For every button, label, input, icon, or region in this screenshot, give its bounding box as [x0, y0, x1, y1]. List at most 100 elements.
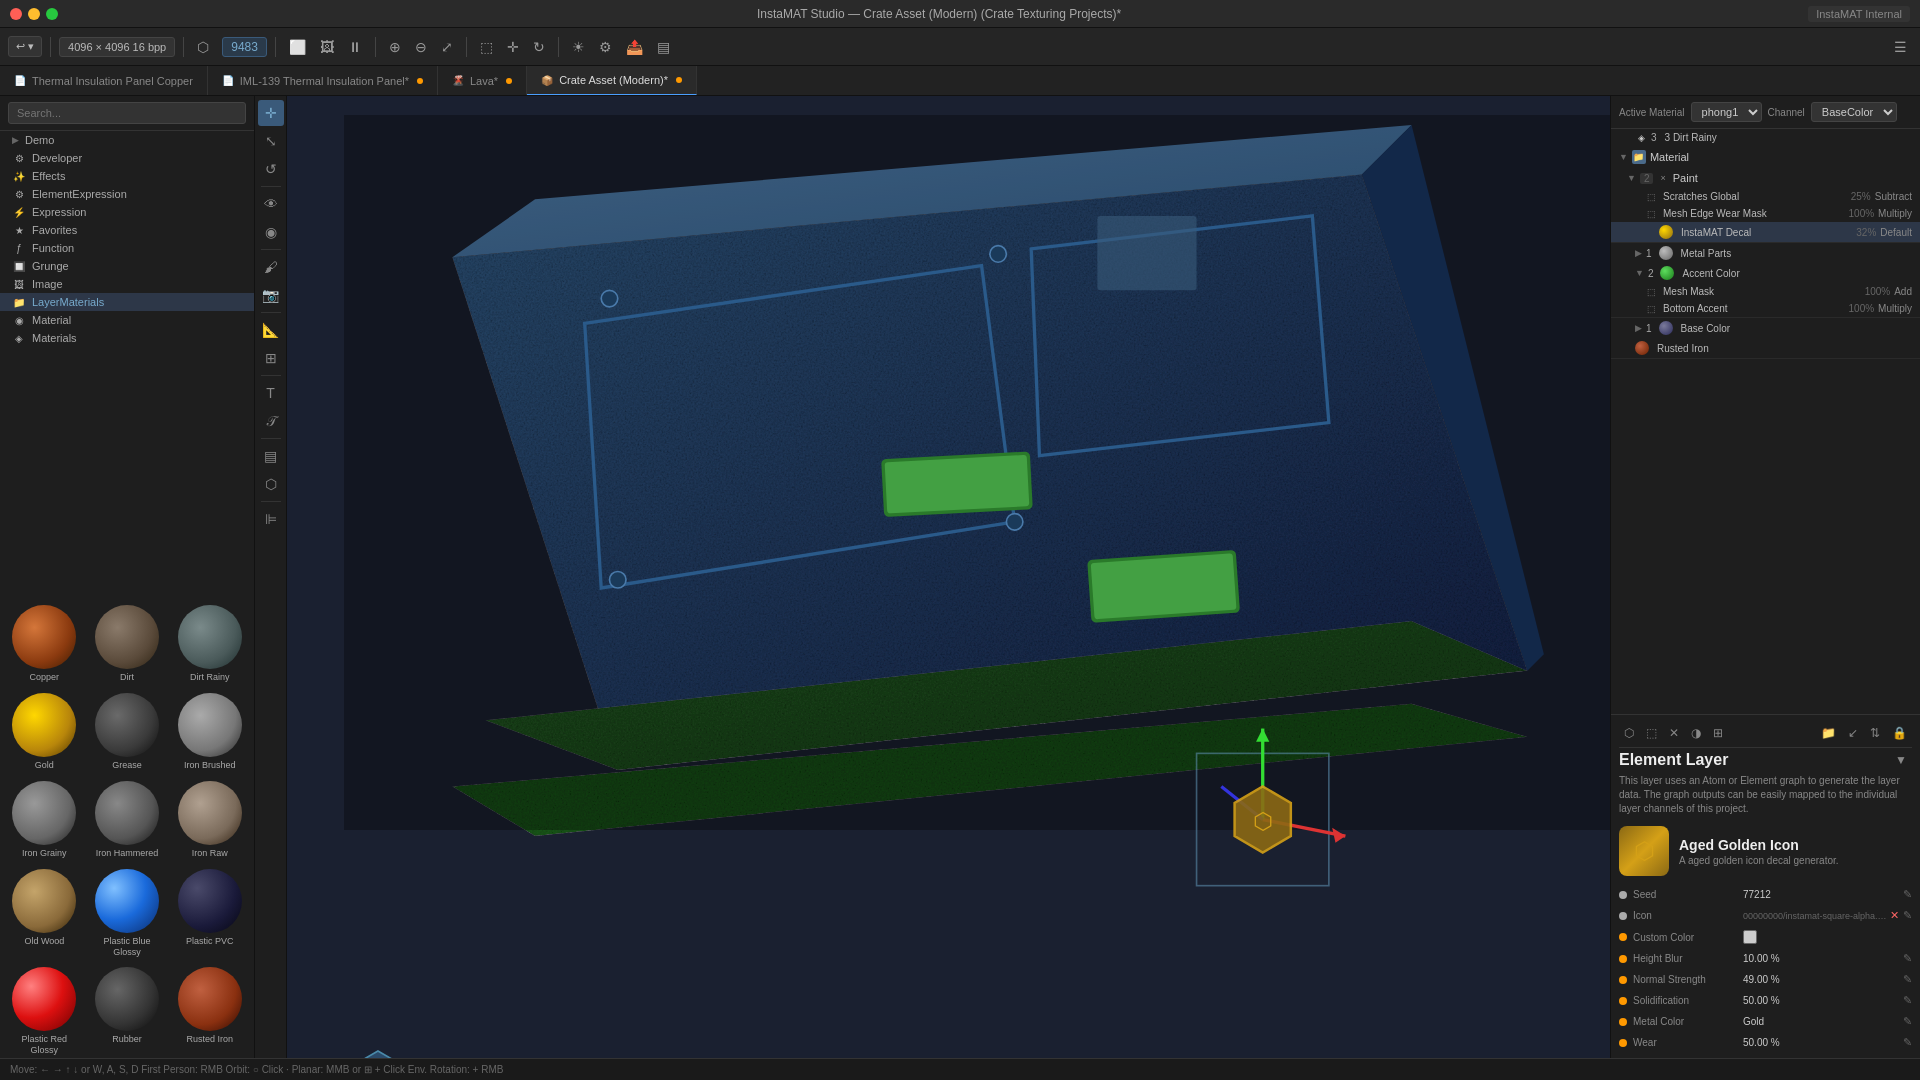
sidebar-item-materials[interactable]: ◈ Materials [0, 329, 254, 347]
zoom-out-icon[interactable]: ⊖ [410, 36, 432, 58]
sidebar-item-developer[interactable]: ⚙ Developer [0, 149, 254, 167]
el-toolbar-btn-4[interactable]: ◑ [1686, 723, 1706, 743]
el-toolbar-btn-8[interactable]: ⇅ [1865, 723, 1885, 743]
layers-icon[interactable]: ▤ [652, 36, 675, 58]
el-toolbar-btn-3[interactable]: ✕ [1664, 723, 1684, 743]
env-icon[interactable]: ☀ [567, 36, 590, 58]
grid-tool[interactable]: ⊞ [258, 345, 284, 371]
export-icon[interactable]: 📤 [621, 36, 648, 58]
layer-metal-parts[interactable]: ▶ 1 Metal Parts [1611, 243, 1920, 263]
layers-panel-toggle[interactable]: ☰ [1889, 36, 1912, 58]
paint-tool[interactable]: 🖌 [258, 254, 284, 280]
material-item-iron-raw[interactable]: Iron Raw [169, 777, 250, 863]
el-toolbar-btn-5[interactable]: ⊞ [1708, 723, 1728, 743]
element-layer-expand-button[interactable]: ▼ [1890, 750, 1912, 770]
props-tool[interactable]: ⬡ [258, 471, 284, 497]
text-tool[interactable]: T [258, 380, 284, 406]
material-item-copper[interactable]: Copper [4, 601, 85, 687]
prop-clear-1[interactable]: ✕ [1890, 909, 1899, 922]
el-toolbar-btn-2[interactable]: ⬚ [1641, 723, 1662, 743]
layer-bottom-accent[interactable]: ⬚ Bottom Accent 100% Multiply [1611, 300, 1920, 317]
material-tool[interactable]: ◉ [258, 219, 284, 245]
select-icon[interactable]: ⬚ [475, 36, 498, 58]
sidebar-item-grunge[interactable]: 🔲 Grunge [0, 257, 254, 275]
sidebar-item-expression[interactable]: ⚡ Expression [0, 203, 254, 221]
maximize-button[interactable] [46, 8, 58, 20]
material-section-header[interactable]: ▼ 📁 Material [1611, 146, 1920, 168]
move-tool[interactable]: ✛ [258, 100, 284, 126]
el-toolbar-btn-6[interactable]: 📁 [1816, 723, 1841, 743]
resolution-selector[interactable]: 4096 × 4096 16 bpp [59, 37, 175, 57]
tab-thermal-copper[interactable]: 📄 Thermal Insulation Panel Copper [0, 66, 208, 95]
layer-rusted-iron[interactable]: Rusted Iron [1611, 338, 1920, 358]
sidebar-item-favorites[interactable]: ★ Favorites [0, 221, 254, 239]
material-item-plastic-pvc[interactable]: Plastic PVC [169, 865, 250, 962]
settings-icon[interactable]: ⚙ [594, 36, 617, 58]
material-item-plastic-red-glossy[interactable]: Plastic Red Glossy [4, 963, 85, 1060]
prop-edit-7[interactable]: ✎ [1903, 1036, 1912, 1049]
prop-edit-0[interactable]: ✎ [1903, 888, 1912, 901]
viewport[interactable]: ⬡ Z Polygons 7,180 • Drawcalls 1 • BSR 9… [287, 96, 1610, 1080]
rotate-icon[interactable]: ↻ [528, 36, 550, 58]
measure-tool[interactable]: 📐 [258, 317, 284, 343]
sidebar-item-effects[interactable]: ✨ Effects [0, 167, 254, 185]
material-item-old-wood[interactable]: Old Wood [4, 865, 85, 962]
search-input[interactable] [8, 102, 246, 124]
layer-mesh-mask[interactable]: ⬚ Mesh Mask 100% Add [1611, 283, 1920, 300]
active-material-select[interactable]: phong1 [1691, 102, 1762, 122]
el-toolbar-btn-1[interactable]: ⬡ [1619, 723, 1639, 743]
scale-tool[interactable]: ⤡ [258, 128, 284, 154]
sidebar-item-elementexpression[interactable]: ⚙ ElementExpression [0, 185, 254, 203]
render-icon[interactable]: 🖼 [315, 36, 339, 58]
layer-base-color[interactable]: ▶ 1 Base Color [1611, 318, 1920, 338]
material-item-rusted-iron[interactable]: Rusted Iron [169, 963, 250, 1060]
view-tool[interactable]: 👁 [258, 191, 284, 217]
material-item-plastic-blue-glossy[interactable]: Plastic Blue Glossy [87, 865, 168, 962]
sidebar-item-image[interactable]: 🖼 Image [0, 275, 254, 293]
transform-icon[interactable]: ✛ [502, 36, 524, 58]
el-toolbar-btn-7[interactable]: ↙ [1843, 723, 1863, 743]
sidebar-item-function[interactable]: ƒ Function [0, 239, 254, 257]
material-item-iron-hammered[interactable]: Iron Hammered [87, 777, 168, 863]
prop-edit-3[interactable]: ✎ [1903, 952, 1912, 965]
cube-icon[interactable]: ⬜ [284, 36, 311, 58]
layer-dirt-rainy[interactable]: ◈ 3 3 Dirt Rainy [1611, 129, 1920, 146]
tab-iml139[interactable]: 📄 IML-139 Thermal Insulation Panel* [208, 66, 438, 95]
layers-tool[interactable]: ▤ [258, 443, 284, 469]
material-item-iron-grainy[interactable]: Iron Grainy [4, 777, 85, 863]
prop-edit-1[interactable]: ✎ [1903, 909, 1912, 922]
sidebar-item-layermaterials[interactable]: 📁 LayerMaterials [0, 293, 254, 311]
channel-select[interactable]: BaseColor [1811, 102, 1897, 122]
material-item-dirt[interactable]: Dirt [87, 601, 168, 687]
prop-edit-5[interactable]: ✎ [1903, 994, 1912, 1007]
prop-edit-6[interactable]: ✎ [1903, 1015, 1912, 1028]
material-item-grease[interactable]: Grease [87, 689, 168, 775]
minimize-button[interactable] [28, 8, 40, 20]
material-item-dirt-rainy[interactable]: Dirt Rainy [169, 601, 250, 687]
window-controls[interactable] [10, 8, 58, 20]
tab-lava[interactable]: 🌋 Lava* [438, 66, 527, 95]
sidebar-item-material[interactable]: ◉ Material [0, 311, 254, 329]
camera-tool[interactable]: 📷 [258, 282, 284, 308]
material-item-iron-brushed[interactable]: Iron Brushed [169, 689, 250, 775]
layer-scratches-global[interactable]: ⬚ Scratches Global 25% Subtract [1611, 188, 1920, 205]
sidebar-item-demo[interactable]: ▶ Demo [0, 131, 254, 149]
layer-mesh-edge-wear[interactable]: ⬚ Mesh Edge Wear Mask 100% Multiply [1611, 205, 1920, 222]
paint-section-header[interactable]: ▼ 2 × Paint [1611, 168, 1920, 188]
rotate-tool[interactable]: ↺ [258, 156, 284, 182]
accent-color-header[interactable]: ▼ 2 Accent Color [1611, 263, 1920, 283]
close-button[interactable] [10, 8, 22, 20]
el-toolbar-btn-9[interactable]: 🔒 [1887, 723, 1912, 743]
material-item-rubber[interactable]: Rubber [87, 963, 168, 1060]
zoom-in-icon[interactable]: ⊕ [384, 36, 406, 58]
tab-crate-asset[interactable]: 📦 Crate Asset (Modern)* [527, 66, 697, 95]
pause-button[interactable]: ⏸ [343, 36, 367, 58]
material-item-gold[interactable]: Gold [4, 689, 85, 775]
history-tool[interactable]: ⊫ [258, 506, 284, 532]
text2-tool[interactable]: 𝒯 [258, 408, 284, 434]
mesh-icon[interactable]: ⬡ [192, 36, 214, 58]
fit-icon[interactable]: ⤢ [436, 36, 458, 58]
prop-color-swatch-2[interactable] [1743, 930, 1757, 944]
undo-button[interactable]: ↩ ▾ [8, 36, 42, 57]
prop-edit-4[interactable]: ✎ [1903, 973, 1912, 986]
